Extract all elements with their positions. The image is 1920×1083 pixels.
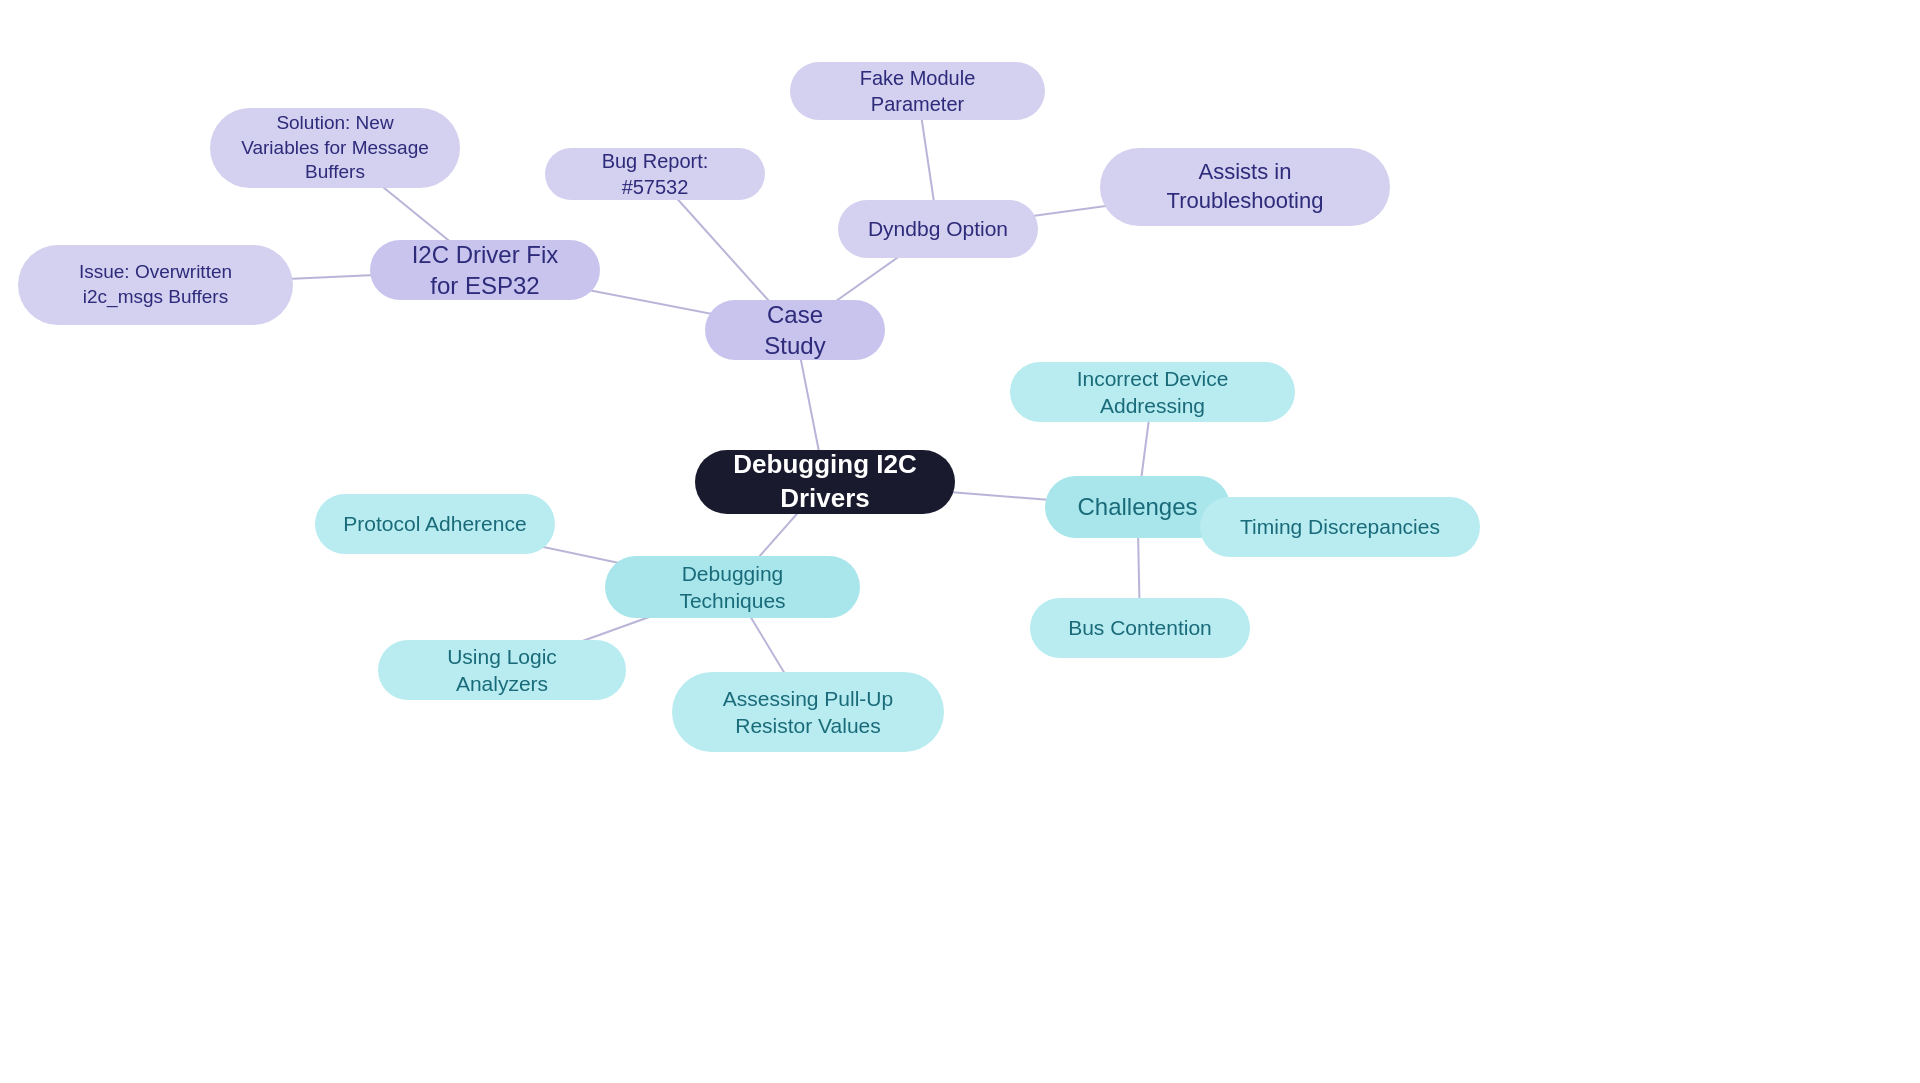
timing-discrep-node[interactable]: Timing Discrepancies <box>1200 497 1480 557</box>
debug-tech-label: Debugging Techniques <box>633 560 832 615</box>
case-study-node[interactable]: Case Study <box>705 300 885 360</box>
assists-trouble-label: Assists in Troubleshooting <box>1128 158 1362 215</box>
protocol-adher-label: Protocol Adherence <box>343 510 526 537</box>
issue-node[interactable]: Issue: Overwritten i2c_msgs Buffers <box>18 245 293 325</box>
center-node[interactable]: Debugging I2C Drivers <box>695 450 955 514</box>
bug-report-label: Bug Report: #57532 <box>573 148 737 200</box>
dyndbg-label: Dyndbg Option <box>868 215 1008 242</box>
challenges-label: Challenges <box>1077 491 1197 522</box>
fake-module-node[interactable]: Fake Module Parameter <box>790 62 1045 120</box>
solution-label: Solution: New Variables for Message Buff… <box>238 111 432 185</box>
pull-up-node[interactable]: Assessing Pull-Up Resistor Values <box>672 672 944 752</box>
case-study-label: Case Study <box>733 299 857 361</box>
issue-label: Issue: Overwritten i2c_msgs Buffers <box>46 260 265 309</box>
bus-contention-node[interactable]: Bus Contention <box>1030 598 1250 658</box>
bus-contention-label: Bus Contention <box>1068 614 1212 641</box>
timing-discrep-label: Timing Discrepancies <box>1240 513 1440 540</box>
debug-tech-node[interactable]: Debugging Techniques <box>605 556 860 618</box>
center-label: Debugging I2C Drivers <box>723 448 927 516</box>
solution-node[interactable]: Solution: New Variables for Message Buff… <box>210 108 460 188</box>
i2c-driver-node[interactable]: I2C Driver Fix for ESP32 <box>370 240 600 300</box>
bug-report-node[interactable]: Bug Report: #57532 <box>545 148 765 200</box>
fake-module-label: Fake Module Parameter <box>818 65 1017 117</box>
logic-analyzer-label: Using Logic Analyzers <box>406 643 598 698</box>
incorrect-device-node[interactable]: Incorrect Device Addressing <box>1010 362 1295 422</box>
pull-up-label: Assessing Pull-Up Resistor Values <box>700 685 916 740</box>
protocol-adher-node[interactable]: Protocol Adherence <box>315 494 555 554</box>
logic-analyzer-node[interactable]: Using Logic Analyzers <box>378 640 626 700</box>
i2c-driver-label: I2C Driver Fix for ESP32 <box>398 239 572 301</box>
incorrect-device-label: Incorrect Device Addressing <box>1038 365 1267 420</box>
dyndbg-node[interactable]: Dyndbg Option <box>838 200 1038 258</box>
assists-trouble-node[interactable]: Assists in Troubleshooting <box>1100 148 1390 226</box>
